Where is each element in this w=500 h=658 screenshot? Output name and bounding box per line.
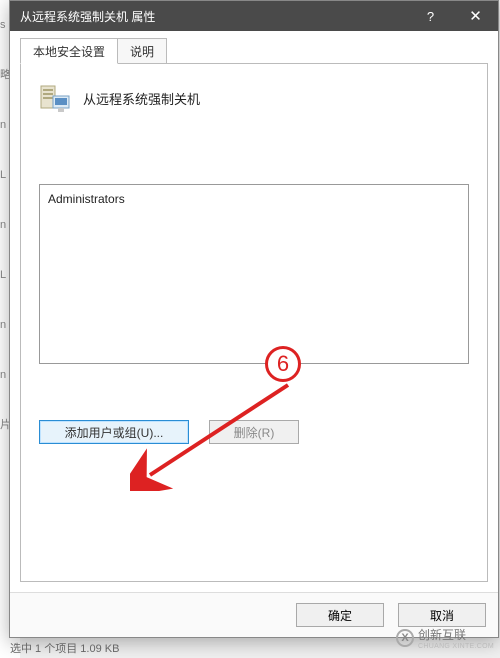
list-item[interactable]: Administrators	[48, 191, 460, 207]
tab-strip: 本地安全设置 说明	[20, 39, 488, 63]
watermark-logo-icon: X	[396, 629, 414, 647]
cancel-button[interactable]: 取消	[398, 603, 486, 627]
watermark: X 创新互联 CHUANG XINTE.COM	[396, 626, 494, 650]
policy-header: 从远程系统强制关机	[39, 82, 469, 114]
properties-dialog: 从远程系统强制关机 属性 ? ✕ 本地安全设置 说明	[9, 0, 499, 638]
window-title: 从远程系统强制关机 属性	[20, 8, 155, 25]
titlebar[interactable]: 从远程系统强制关机 属性 ? ✕	[10, 1, 498, 31]
dialog-body: 本地安全设置 说明 从远程系统强制关机	[10, 31, 498, 592]
help-icon[interactable]: ?	[408, 1, 453, 31]
watermark-brand: 创新互联	[418, 626, 494, 643]
list-buttons-row: 添加用户或组(U)... 删除(R)	[39, 420, 469, 444]
close-icon[interactable]: ✕	[453, 1, 498, 31]
remove-button[interactable]: 删除(R)	[209, 420, 299, 444]
ok-button[interactable]: 确定	[296, 603, 384, 627]
status-bar-text: 选中 1 个项目 1.09 KB	[10, 640, 119, 656]
tab-panel-security: 从远程系统强制关机 Administrators 添加用户或组(U)... 删除…	[20, 63, 488, 582]
user-list[interactable]: Administrators	[39, 184, 469, 364]
tab-local-security[interactable]: 本地安全设置	[20, 38, 118, 64]
add-user-or-group-button[interactable]: 添加用户或组(U)...	[39, 420, 189, 444]
watermark-sub: CHUANG XINTE.COM	[418, 643, 494, 650]
policy-title: 从远程系统强制关机	[83, 89, 200, 108]
policy-icon	[39, 82, 71, 114]
tab-explain[interactable]: 说明	[117, 38, 167, 63]
